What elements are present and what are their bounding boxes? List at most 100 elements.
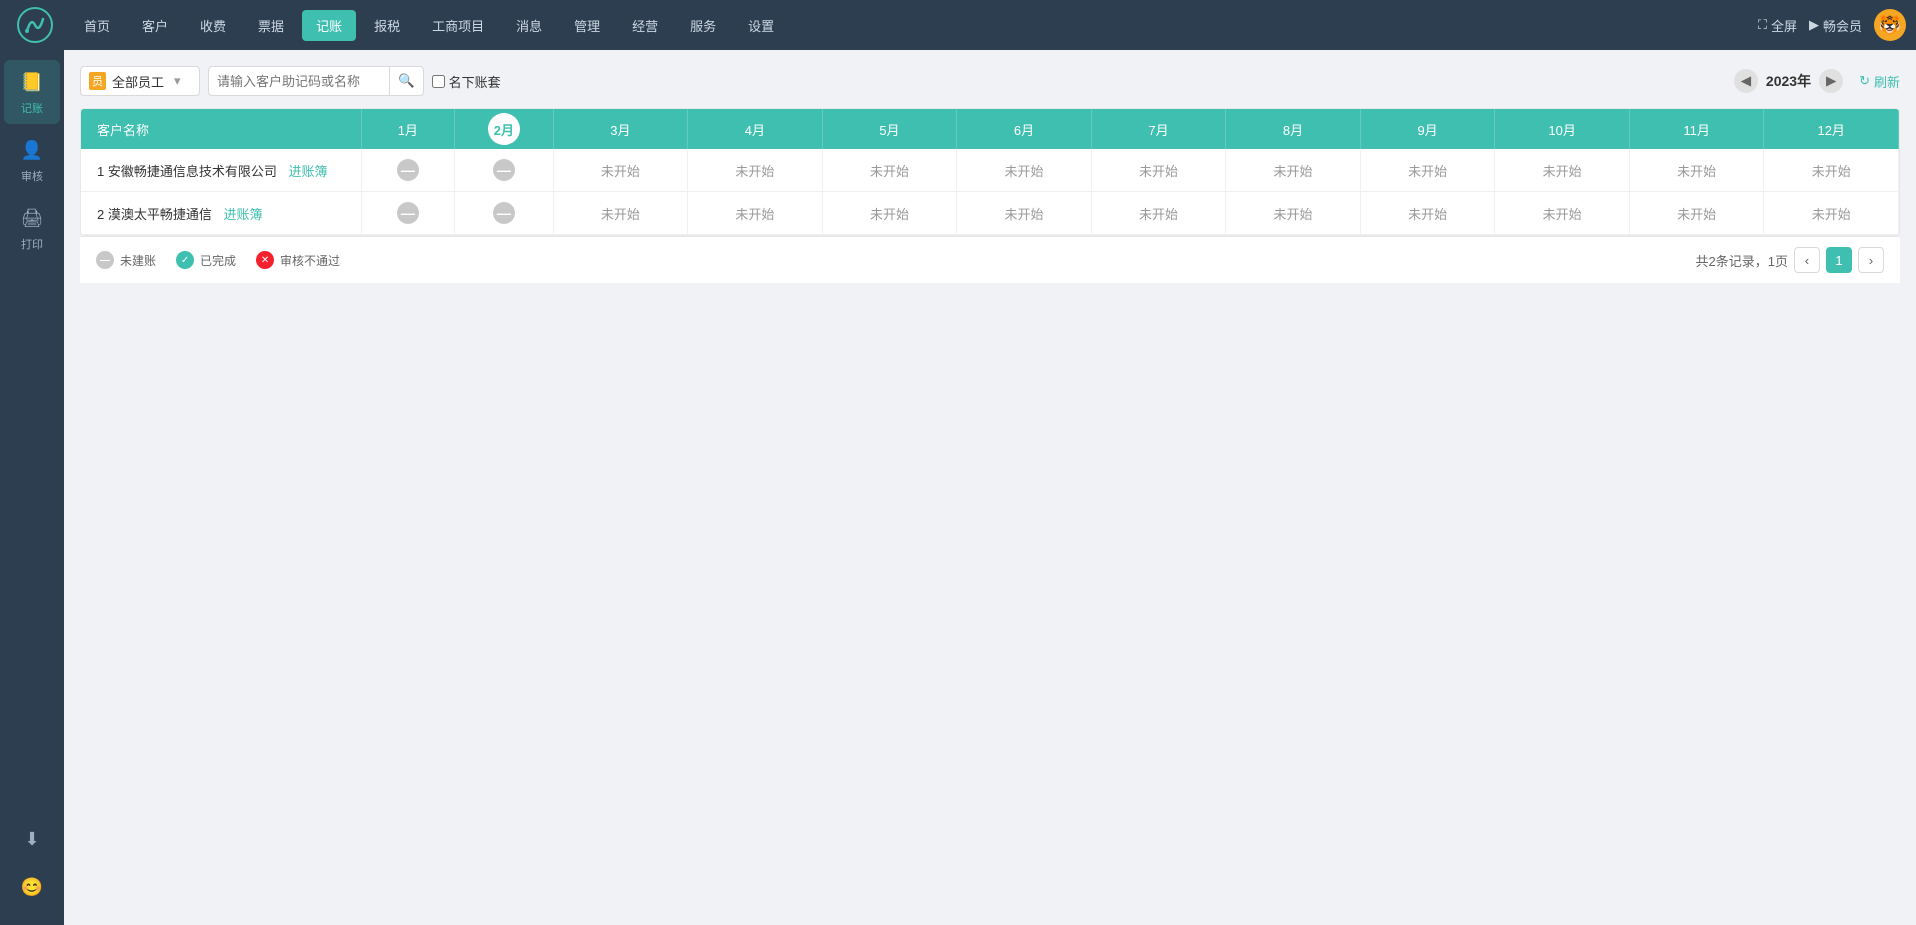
enter-link[interactable]: 进账簿 — [288, 164, 327, 179]
col-sep: 9月 — [1360, 109, 1495, 149]
not-started-status: 未开始 — [1139, 207, 1178, 222]
current-month-circle: 2月 — [488, 113, 520, 145]
col-may: 5月 — [822, 109, 957, 149]
month-cell-7: 未开始 — [1091, 149, 1226, 192]
nav-invoice[interactable]: 票据 — [244, 10, 298, 41]
not-started-status: 未开始 — [870, 207, 909, 222]
nav-message[interactable]: 消息 — [502, 10, 556, 41]
user-icon: 😊 — [18, 873, 46, 901]
not-started-status: 未开始 — [601, 164, 640, 179]
sidebar-item-bookkeeping[interactable]: 📒 记账 — [4, 60, 60, 124]
legend-rejected: ✕ 审核不通过 — [256, 251, 340, 269]
vip-button[interactable]: ▶ 畅会员 — [1809, 16, 1862, 35]
employee-select[interactable]: 员 全部员工 ▾ — [80, 66, 200, 96]
not-started-status: 未开始 — [1677, 207, 1716, 222]
sidebar-item-download[interactable]: ⬇ — [4, 817, 60, 861]
legend-not-created: — 未建账 — [96, 251, 156, 269]
not-started-status: 未开始 — [601, 207, 640, 222]
main-layout: 📒 记账 👤 审核 🖨 打印 ⬇ 😊 员 全部员工 ▾ — [0, 50, 1916, 925]
nav-business[interactable]: 工商项目 — [418, 10, 498, 41]
month-cell-6: 未开始 — [957, 192, 1092, 235]
col-client-name: 客户名称 — [81, 109, 361, 149]
not-started-status: 未开始 — [1274, 207, 1313, 222]
col-mar: 3月 — [553, 109, 688, 149]
status-dash-icon: — — [493, 159, 515, 181]
nav-tax[interactable]: 报税 — [360, 10, 414, 41]
col-aug: 8月 — [1226, 109, 1361, 149]
main-content: 员 全部员工 ▾ 🔍 名下账套 ◀ 2023年 ▶ ↻ 刷 — [64, 50, 1916, 925]
not-started-status: 未开始 — [1543, 207, 1582, 222]
rejected-icon: ✕ — [256, 251, 274, 269]
page-next-button[interactable]: › — [1858, 247, 1884, 273]
month-cell-3: 未开始 — [553, 192, 688, 235]
nav-operation[interactable]: 经营 — [618, 10, 672, 41]
year-prev-button[interactable]: ◀ — [1734, 69, 1758, 93]
table-row: 1 安徽畅捷通信息技术有限公司 进账簿——未开始未开始未开始未开始未开始未开始未… — [81, 149, 1899, 192]
not-started-status: 未开始 — [1004, 207, 1043, 222]
client-index: 2 漠澳太平畅捷通信 — [97, 207, 212, 222]
sidebar: 📒 记账 👤 审核 🖨 打印 ⬇ 😊 — [0, 50, 64, 925]
month-cell-12: 未开始 — [1764, 192, 1899, 235]
month-cell-11: 未开始 — [1629, 192, 1764, 235]
my-accounts-input[interactable] — [432, 75, 445, 88]
nav-menu: 首页 客户 收费 票据 记账 报税 工商项目 消息 管理 经营 服务 设置 — [70, 10, 1758, 41]
month-cell-7: 未开始 — [1091, 192, 1226, 235]
refresh-icon: ↻ — [1859, 73, 1870, 89]
year-navigation: ◀ 2023年 ▶ — [1734, 69, 1843, 93]
sidebar-item-audit[interactable]: 👤 审核 — [4, 128, 60, 192]
sidebar-bottom: ⬇ 😊 — [4, 817, 60, 909]
not-created-icon: — — [96, 251, 114, 269]
not-started-status: 未开始 — [1543, 164, 1582, 179]
status-dash-icon: — — [397, 202, 419, 224]
chevron-down-icon: ▾ — [174, 73, 181, 89]
table-footer: — 未建账 ✓ 已完成 ✕ 审核不通过 共2条记录，1页 ‹ 1 › — [80, 236, 1900, 283]
col-oct: 10月 — [1495, 109, 1630, 149]
enter-link[interactable]: 进账簿 — [223, 207, 262, 222]
month-cell-5: 未开始 — [822, 192, 957, 235]
refresh-button[interactable]: ↻ 刷新 — [1859, 72, 1900, 91]
fullscreen-button[interactable]: ⛶ 全屏 — [1758, 16, 1797, 35]
month-cell-9: 未开始 — [1360, 192, 1495, 235]
search-input[interactable] — [209, 70, 389, 93]
audit-icon: 👤 — [18, 136, 46, 164]
client-index: 1 安徽畅捷通信息技术有限公司 — [97, 164, 277, 179]
play-icon: ▶ — [1809, 17, 1819, 33]
not-started-status: 未开始 — [1812, 164, 1851, 179]
year-next-button[interactable]: ▶ — [1819, 69, 1843, 93]
month-cell-5: 未开始 — [822, 149, 957, 192]
print-icon: 🖨 — [18, 204, 46, 232]
search-button[interactable]: 🔍 — [389, 67, 423, 95]
page-prev-button[interactable]: ‹ — [1794, 247, 1820, 273]
sidebar-item-user[interactable]: 😊 — [4, 865, 60, 909]
nav-manage[interactable]: 管理 — [560, 10, 614, 41]
nav-charge[interactable]: 收费 — [186, 10, 240, 41]
sidebar-item-print[interactable]: 🖨 打印 — [4, 196, 60, 260]
nav-home[interactable]: 首页 — [70, 10, 124, 41]
month-cell-10: 未开始 — [1495, 149, 1630, 192]
total-records: 共2条记录，1页 — [1696, 251, 1788, 270]
completed-icon: ✓ — [176, 251, 194, 269]
month-cell-10: 未开始 — [1495, 192, 1630, 235]
col-nov: 11月 — [1629, 109, 1764, 149]
nav-settings[interactable]: 设置 — [734, 10, 788, 41]
not-started-status: 未开始 — [735, 207, 774, 222]
avatar[interactable]: 🐯 — [1874, 9, 1906, 41]
month-cell-4: 未开始 — [688, 149, 823, 192]
nav-bookkeeping[interactable]: 记账 — [302, 10, 356, 41]
download-icon: ⬇ — [18, 825, 46, 853]
my-accounts-checkbox[interactable]: 名下账套 — [432, 72, 501, 91]
not-started-status: 未开始 — [1408, 207, 1447, 222]
nav-client[interactable]: 客户 — [128, 10, 182, 41]
page-1-button[interactable]: 1 — [1826, 247, 1852, 273]
month-cell-3: 未开始 — [553, 149, 688, 192]
search-box: 🔍 — [208, 66, 424, 96]
month-cell-8: 未开始 — [1226, 149, 1361, 192]
employee-icon: 员 — [89, 72, 106, 90]
month-cell-9: 未开始 — [1360, 149, 1495, 192]
employee-label: 全部员工 — [112, 72, 164, 91]
month-cell-4: 未开始 — [688, 192, 823, 235]
not-started-status: 未开始 — [1274, 164, 1313, 179]
not-started-status: 未开始 — [870, 164, 909, 179]
accounts-table-wrapper: 客户名称 1月 2月 3月 4月 5月 6月 7月 8月 9月 10月 11月 — [80, 108, 1900, 236]
nav-service[interactable]: 服务 — [676, 10, 730, 41]
